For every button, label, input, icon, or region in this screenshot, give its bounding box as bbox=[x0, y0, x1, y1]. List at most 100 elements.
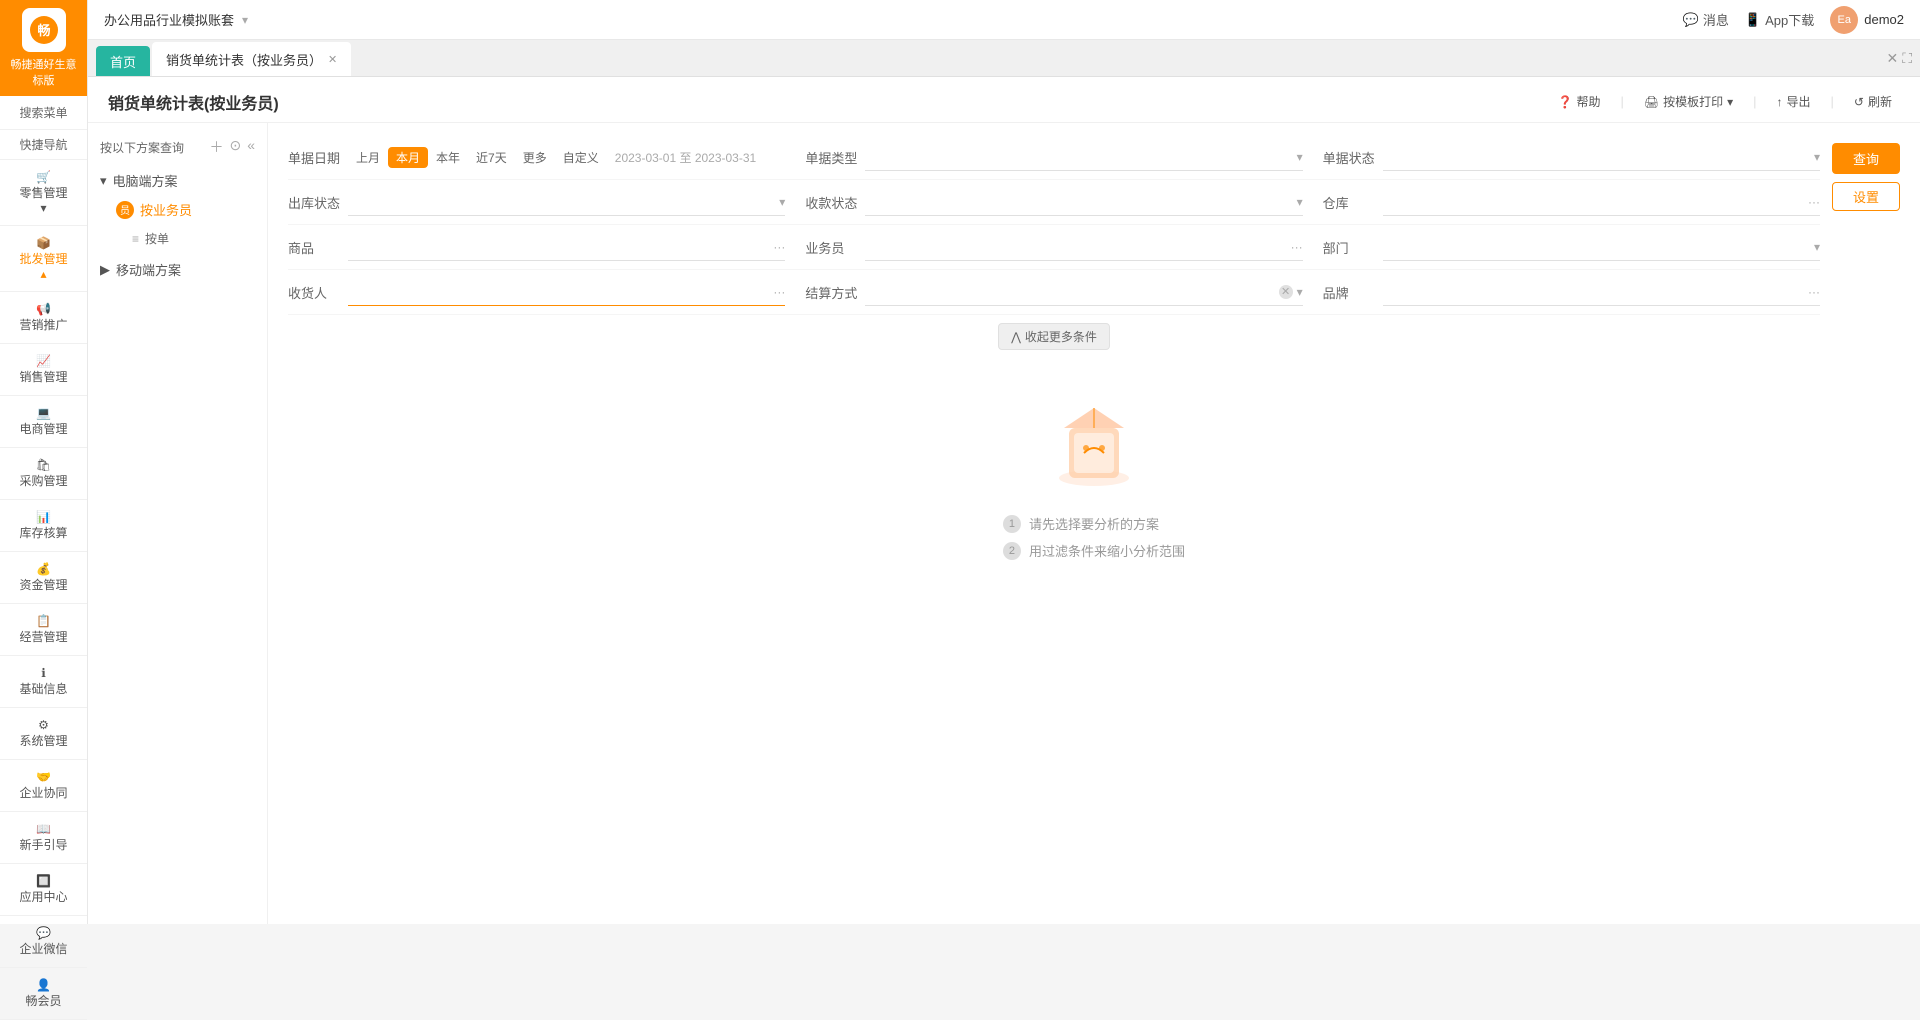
sidebar-item-corp-collab[interactable]: 🤝 企业协同 bbox=[0, 760, 87, 812]
tab-close-window-icon[interactable]: ✕ bbox=[1886, 50, 1898, 67]
message-button[interactable]: 💬 消息 bbox=[1683, 10, 1729, 29]
date-btn-more[interactable]: 更多 bbox=[515, 147, 555, 168]
query-button[interactable]: 查询 bbox=[1832, 143, 1900, 174]
member-label: 畅会员 bbox=[25, 992, 61, 1009]
topbar-dropdown-icon[interactable]: ▾ bbox=[242, 13, 248, 27]
username-label: demo2 bbox=[1864, 12, 1904, 27]
tab-close-icon[interactable]: ✕ bbox=[328, 53, 337, 66]
collapse-scheme-icon[interactable]: « bbox=[247, 137, 255, 157]
tip-text-2: 用过滤条件来缩小分析范围 bbox=[1029, 541, 1185, 560]
sidebar-item-sales[interactable]: 📈 销售管理 bbox=[0, 344, 87, 396]
system-icon: ⚙ bbox=[38, 718, 49, 732]
sidebar-quick-nav[interactable]: 快捷导航 bbox=[0, 130, 87, 160]
sidebar-item-finance[interactable]: 💰 资金管理 bbox=[0, 552, 87, 604]
system-label: 系统管理 bbox=[19, 732, 67, 749]
sidebar-item-wholesale[interactable]: 📦 批发管理 ▴ bbox=[0, 226, 87, 292]
date-btn-7days[interactable]: 近7天 bbox=[468, 147, 515, 168]
date-btn-custom[interactable]: 自定义 bbox=[555, 147, 607, 168]
sidebar-item-marketing[interactable]: 📢 营销推广 bbox=[0, 292, 87, 344]
template-print-button[interactable]: 🖨 按模板打印 ▾ bbox=[1636, 89, 1741, 114]
date-btn-this-year[interactable]: 本年 bbox=[428, 147, 468, 168]
tab-maximize-icon[interactable]: ⛶ bbox=[1902, 50, 1912, 67]
sidebar-item-app-center[interactable]: 🔲 应用中心 bbox=[0, 864, 87, 916]
sidebar-item-newbie[interactable]: 📖 新手引导 bbox=[0, 812, 87, 864]
mobile-scheme-label: 移动端方案 bbox=[116, 260, 181, 279]
type-dropdown-icon[interactable]: ▾ bbox=[1297, 150, 1303, 164]
pay-status-dropdown-icon[interactable]: ▾ bbox=[1297, 195, 1303, 209]
print-dropdown-icon: ▾ bbox=[1727, 95, 1733, 109]
dept-dropdown-icon[interactable]: ▾ bbox=[1814, 240, 1820, 254]
tip-text-1: 请先选择要分析的方案 bbox=[1029, 514, 1159, 533]
empty-tip-2: 2 用过滤条件来缩小分析范围 bbox=[1003, 541, 1185, 560]
receiver-input[interactable]: ··· bbox=[348, 278, 785, 306]
ecommerce-label: 电商管理 bbox=[19, 420, 67, 437]
purchase-label: 采购管理 bbox=[19, 472, 67, 489]
sidebar-item-ecommerce[interactable]: 💻 电商管理 bbox=[0, 396, 87, 448]
pc-scheme-group[interactable]: ▾ 电脑端方案 bbox=[88, 167, 267, 194]
mobile-scheme-group[interactable]: ▶ 移动端方案 bbox=[88, 256, 267, 283]
filter-buttons: 查询 设置 bbox=[1820, 135, 1900, 358]
refresh-button[interactable]: ↺ 刷新 bbox=[1846, 89, 1900, 114]
logo-icon: 畅 bbox=[22, 8, 66, 52]
set-button[interactable]: 设置 bbox=[1832, 182, 1900, 211]
wholesale-icon: 📦 bbox=[36, 236, 51, 250]
sidebar-item-management[interactable]: 📋 经营管理 bbox=[0, 604, 87, 656]
scheme-by-order[interactable]: ≡ 按单 bbox=[88, 225, 267, 252]
settle-clear-icon[interactable]: ✕ bbox=[1279, 285, 1293, 299]
sidebar-item-basic-info[interactable]: ℹ 基础信息 bbox=[0, 656, 87, 708]
warehouse-more-icon[interactable]: ··· bbox=[1808, 195, 1820, 209]
staff-label: 业务员 bbox=[805, 238, 865, 257]
sidebar-search[interactable]: 搜索菜单 bbox=[0, 96, 87, 130]
staff-more-icon[interactable]: ··· bbox=[1291, 240, 1303, 254]
collapse-icon: ⋀ bbox=[1011, 330, 1021, 344]
app-download-icon: 📱 bbox=[1745, 12, 1761, 28]
scheme-by-staff[interactable]: 员 按业务员 bbox=[88, 194, 267, 225]
goods-more-icon[interactable]: ··· bbox=[773, 240, 785, 254]
settle-input[interactable]: ✕ ▾ bbox=[865, 278, 1302, 306]
type-input[interactable]: ▾ bbox=[865, 143, 1302, 171]
svg-text:畅: 畅 bbox=[37, 23, 50, 38]
sales-icon: 📈 bbox=[36, 354, 51, 368]
warehouse-label: 仓库 bbox=[1323, 193, 1383, 212]
sidebar-item-retail[interactable]: 🛒 零售管理 ▾ bbox=[0, 160, 87, 226]
app-download-button[interactable]: 📱 App下载 bbox=[1745, 10, 1814, 29]
logo-text: 畅捷通好生意 bbox=[11, 56, 77, 72]
wechat-icon: 💬 bbox=[36, 926, 51, 940]
date-btn-this-month[interactable]: 本月 bbox=[388, 147, 428, 168]
tab-sales-stat[interactable]: 销货单统计表（按业务员） ✕ bbox=[152, 42, 351, 76]
purchase-icon: 🛍 bbox=[36, 458, 51, 472]
date-label: 单据日期 bbox=[288, 148, 348, 167]
settle-dropdown-icon[interactable]: ▾ bbox=[1297, 285, 1303, 299]
out-status-dropdown-icon[interactable]: ▾ bbox=[779, 195, 785, 209]
sidebar-item-system[interactable]: ⚙ 系统管理 bbox=[0, 708, 87, 760]
export-button[interactable]: ↑ 导出 bbox=[1769, 89, 1819, 114]
status-dropdown-icon[interactable]: ▾ bbox=[1814, 150, 1820, 164]
sidebar-item-member[interactable]: 👤 畅会员 bbox=[0, 968, 87, 1020]
add-scheme-icon[interactable]: ＋ bbox=[209, 137, 223, 157]
edit-scheme-icon[interactable]: ⊙ bbox=[229, 137, 241, 157]
status-input[interactable]: ▾ bbox=[1383, 143, 1820, 171]
receiver-more-icon[interactable]: ··· bbox=[773, 285, 785, 299]
print-icon: 🖨 bbox=[1644, 95, 1659, 109]
help-button[interactable]: ❓ 帮助 bbox=[1549, 89, 1608, 114]
sidebar-item-purchase[interactable]: 🛍 采购管理 bbox=[0, 448, 87, 500]
settle-label: 结算方式 bbox=[805, 283, 865, 302]
inventory-icon: 📊 bbox=[36, 510, 51, 524]
sidebar-logo[interactable]: 畅 畅捷通好生意 标版 bbox=[0, 0, 87, 96]
goods-input[interactable]: ··· bbox=[348, 233, 785, 261]
user-menu[interactable]: Ea demo2 bbox=[1830, 6, 1904, 34]
brand-input[interactable]: ··· bbox=[1383, 278, 1820, 306]
brand-more-icon[interactable]: ··· bbox=[1808, 285, 1820, 299]
out-status-input[interactable]: ▾ bbox=[348, 188, 785, 216]
receiver-label: 收货人 bbox=[288, 283, 348, 302]
warehouse-input[interactable]: ··· bbox=[1383, 188, 1820, 216]
app-center-icon: 🔲 bbox=[36, 874, 51, 888]
message-label: 消息 bbox=[1703, 10, 1729, 29]
date-btn-last-month[interactable]: 上月 bbox=[348, 147, 388, 168]
staff-input[interactable]: ··· bbox=[865, 233, 1302, 261]
sidebar-item-inventory[interactable]: 📊 库存核算 bbox=[0, 500, 87, 552]
collapse-button[interactable]: ⋀ 收起更多条件 bbox=[998, 323, 1110, 350]
pay-status-input[interactable]: ▾ bbox=[865, 188, 1302, 216]
dept-input[interactable]: ▾ bbox=[1383, 233, 1820, 261]
tab-home[interactable]: 首页 bbox=[96, 46, 150, 76]
